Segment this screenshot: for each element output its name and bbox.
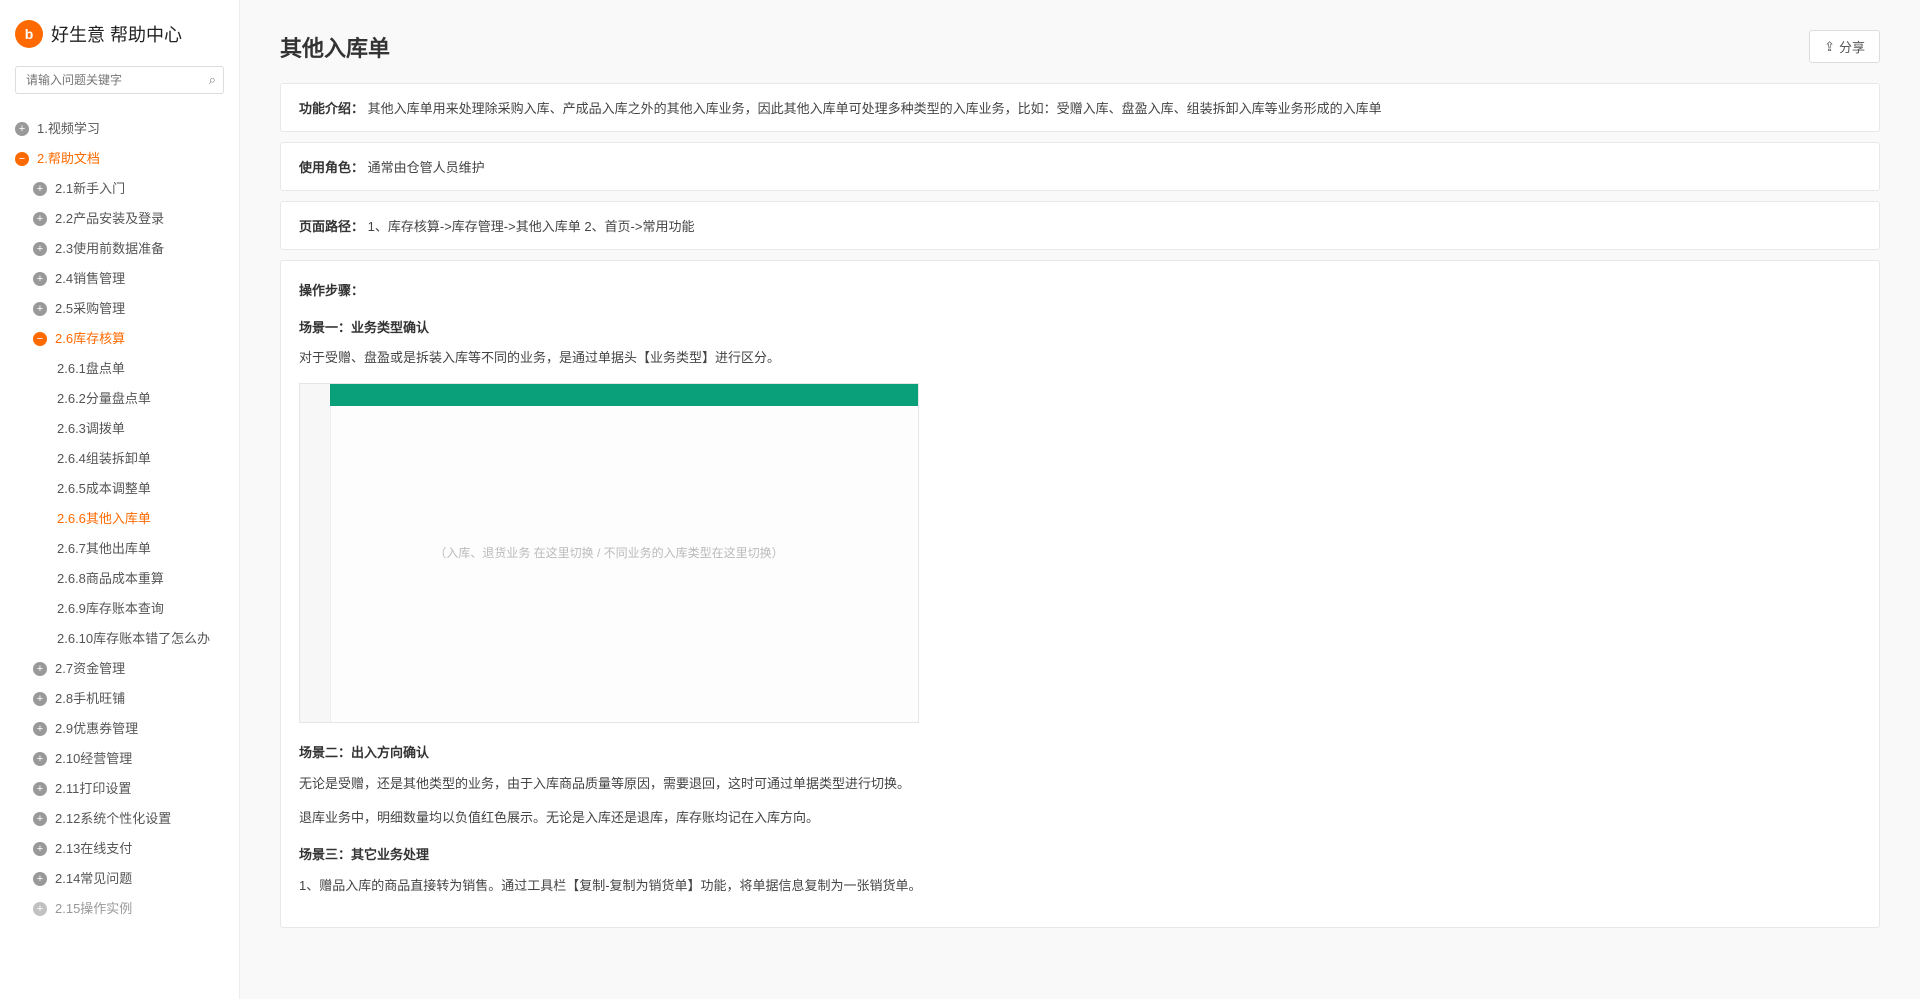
nav-2-6-2[interactable]: 2.6.2分量盘点单 [15,384,224,414]
site-title: 好生意 帮助中心 [51,21,182,47]
minus-icon: − [33,332,47,346]
nav-label: 2.15操作实例 [55,896,132,922]
nav-label: 1.视频学习 [37,116,100,142]
page-header: 其他入库单 ⇪ 分享 [280,30,1880,63]
nav-label: 2.11打印设置 [55,776,131,802]
plus-icon: + [33,812,47,826]
nav-2-6-6[interactable]: 2.6.6其他入库单 [15,504,224,534]
intro-box: 功能介绍： 其他入库单用来处理除采购入库、产成品入库之外的其他入库业务，因此其他… [280,83,1880,132]
nav-label: 2.9优惠券管理 [55,716,138,742]
nav-2-4[interactable]: +2.4销售管理 [15,264,224,294]
nav-label: 2.6库存核算 [55,326,125,352]
nav-2-6-1[interactable]: 2.6.1盘点单 [15,354,224,384]
scene1-title: 场景一：业务类型确认 [299,316,1861,341]
nav-2-14[interactable]: +2.14常见问题 [15,864,224,894]
nav-label: 2.2产品安装及登录 [55,206,164,232]
nav-2-6-9[interactable]: 2.6.9库存账本查询 [15,594,224,624]
nav-2-12[interactable]: +2.12系统个性化设置 [15,804,224,834]
scene2-title: 场景二：出入方向确认 [299,741,1861,766]
path-box: 页面路径： 1、库存核算->库存管理->其他入库单 2、首页->常用功能 [280,201,1880,250]
logo-icon: b [15,20,43,48]
nav-2-7[interactable]: +2.7资金管理 [15,654,224,684]
plus-icon: + [33,662,47,676]
screenshot-hint: （入库、退货业务 在这里切换 / 不同业务的入库类型在这里切换） [434,542,783,565]
sidebar-header: b 好生意 帮助中心 [15,20,224,48]
nav-2-8[interactable]: +2.8手机旺铺 [15,684,224,714]
role-label: 使用角色： [299,160,364,175]
nav-label: 2.8手机旺铺 [55,686,125,712]
nav-label: 2.1新手入门 [55,176,125,202]
nav-2-2[interactable]: +2.2产品安装及登录 [15,204,224,234]
nav-label: 2.12系统个性化设置 [55,806,171,832]
nav-2-3[interactable]: +2.3使用前数据准备 [15,234,224,264]
nav-2-10[interactable]: +2.10经营管理 [15,744,224,774]
search-wrap: ⌕ [15,66,224,94]
scene1-text: 对于受赠、盘盈或是拆装入库等不同的业务，是通过单据头【业务类型】进行区分。 [299,346,1861,371]
nav-docs[interactable]: −2.帮助文档 [15,144,224,174]
nav-label: 2.3使用前数据准备 [55,236,164,262]
nav-2-6-10[interactable]: 2.6.10库存账本错了怎么办 [15,624,224,654]
plus-icon: + [33,872,47,886]
path-label: 页面路径： [299,219,364,234]
screenshot-image: （入库、退货业务 在这里切换 / 不同业务的入库类型在这里切换） [299,383,919,723]
scene3-title: 场景三：其它业务处理 [299,843,1861,868]
scene2-p2: 退库业务中，明细数量均以负值红色展示。无论是入库还是退库，库存账均记在入库方向。 [299,806,1861,831]
plus-icon: + [33,212,47,226]
role-box: 使用角色： 通常由仓管人员维护 [280,142,1880,191]
nav-2-6-4[interactable]: 2.6.4组装拆卸单 [15,444,224,474]
share-label: 分享 [1839,37,1865,56]
intro-label: 功能介绍： [299,101,364,116]
plus-icon: + [15,122,29,136]
plus-icon: + [33,752,47,766]
minus-icon: − [15,152,29,166]
page-title: 其他入库单 [280,31,390,63]
search-input[interactable] [15,66,224,94]
plus-icon: + [33,272,47,286]
intro-text: 其他入库单用来处理除采购入库、产成品入库之外的其他入库业务，因此其他入库单可处理… [368,101,1382,116]
plus-icon: + [33,182,47,196]
nav-2-15[interactable]: +2.15操作实例 [15,894,224,924]
main-content: 其他入库单 ⇪ 分享 功能介绍： 其他入库单用来处理除采购入库、产成品入库之外的… [240,0,1920,999]
nav-2-6[interactable]: −2.6库存核算 [15,324,224,354]
plus-icon: + [33,242,47,256]
nav-2-13[interactable]: +2.13在线支付 [15,834,224,864]
nav-2-6-3[interactable]: 2.6.3调拨单 [15,414,224,444]
nav-label: 2.帮助文档 [37,146,100,172]
share-button[interactable]: ⇪ 分享 [1809,30,1880,63]
nav-label: 2.4销售管理 [55,266,125,292]
nav-tree: +1.视频学习 −2.帮助文档 +2.1新手入门 +2.2产品安装及登录 +2.… [15,114,224,924]
content-body: 操作步骤： 场景一：业务类型确认 对于受赠、盘盈或是拆装入库等不同的业务，是通过… [280,260,1880,928]
nav-label: 2.13在线支付 [55,836,132,862]
nav-2-6-8[interactable]: 2.6.8商品成本重算 [15,564,224,594]
nav-2-6-5[interactable]: 2.6.5成本调整单 [15,474,224,504]
role-text: 通常由仓管人员维护 [368,160,485,175]
nav-video[interactable]: +1.视频学习 [15,114,224,144]
share-icon: ⇪ [1824,39,1835,55]
nav-2-1[interactable]: +2.1新手入门 [15,174,224,204]
plus-icon: + [33,782,47,796]
plus-icon: + [33,692,47,706]
nav-label: 2.10经营管理 [55,746,132,772]
steps-label: 操作步骤： [299,279,1861,304]
plus-icon: + [33,302,47,316]
scene2-p1: 无论是受赠，还是其他类型的业务，由于入库商品质量等原因，需要退回，这时可通过单据… [299,772,1861,797]
plus-icon: + [33,722,47,736]
nav-label: 2.7资金管理 [55,656,125,682]
nav-label: 2.14常见问题 [55,866,132,892]
nav-label: 2.5采购管理 [55,296,125,322]
scene3-p1: 1、赠品入库的商品直接转为销售。通过工具栏【复制-复制为销货单】功能，将单据信息… [299,874,1861,899]
plus-icon: + [33,842,47,856]
nav-2-6-7[interactable]: 2.6.7其他出库单 [15,534,224,564]
plus-icon: + [33,902,47,916]
sidebar: b 好生意 帮助中心 ⌕ +1.视频学习 −2.帮助文档 +2.1新手入门 +2… [0,0,240,999]
nav-2-5[interactable]: +2.5采购管理 [15,294,224,324]
search-icon[interactable]: ⌕ [209,72,216,88]
nav-2-11[interactable]: +2.11打印设置 [15,774,224,804]
path-text: 1、库存核算->库存管理->其他入库单 2、首页->常用功能 [368,219,695,234]
nav-2-9[interactable]: +2.9优惠券管理 [15,714,224,744]
